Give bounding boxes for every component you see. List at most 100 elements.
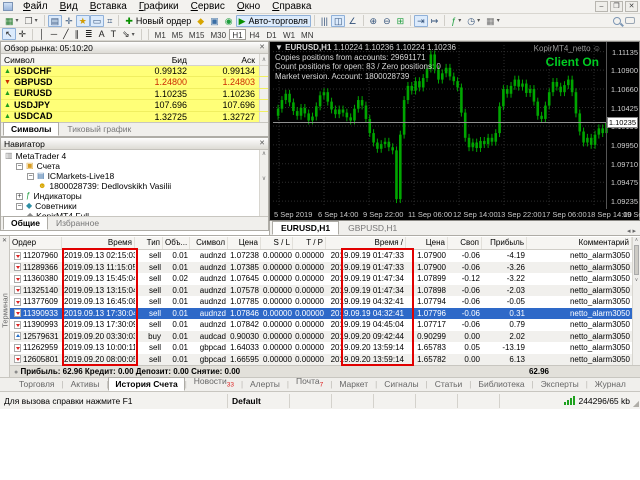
history-row-11325140[interactable]: 11325140 2019.09.13 13:15:04 sell 0.01 audnz… [10,284,632,296]
refresh-button[interactable]: ◉ [222,15,236,27]
terminal-tab-Маркет[interactable]: Маркет [332,377,375,391]
hline-tool[interactable]: ─ [48,28,60,40]
history-row-11262959[interactable]: 11262959 2019.09.13 10:00:11 sell 0.01 gbpca… [10,342,632,354]
navigator-tab-Избранное[interactable]: Избранное [48,216,107,230]
tile-windows-button[interactable]: ⊞ [394,15,408,27]
history-row-12605801[interactable]: 12605801 2019.09.20 08:00:05 sell 0.01 gbpca… [10,353,632,365]
tree-expander-icon[interactable]: + [16,192,23,200]
indicators-button[interactable]: ƒ ▾ [448,15,464,27]
history-row-11377609[interactable]: 11377609 2019.09.13 16:45:08 sell 0.01 audnz… [10,296,632,308]
auto-scroll-button[interactable]: ⇥ [414,14,428,27]
templates-button[interactable]: ▦ ▾ [483,15,503,27]
market-watch-row-GBPUSD[interactable]: ▼ GBPUSD 1.24800 1.24803 [1,77,268,89]
menu-item-Графики[interactable]: Графики [133,1,185,12]
metaeditor-button[interactable]: ◆ [194,15,207,27]
column-symbol[interactable]: Символ [1,54,125,65]
text-tool[interactable]: A [96,28,108,40]
tree-expander-icon[interactable]: − [16,162,23,170]
candles-mode-button[interactable]: ◫ [330,14,346,27]
terminal-tab-Торговля[interactable]: Торговля [12,377,62,391]
column-Объ...[interactable]: Объ... [163,237,190,249]
tree-expander-icon[interactable]: − [27,172,34,180]
history-row-11289366[interactable]: 11289366 2019.09.13 11:15:05 sell 0.01 audnz… [10,261,632,273]
history-row-11390933[interactable]: 11390933 2019.09.13 17:30:04 sell 0.01 audnz… [10,307,632,319]
market-watch-toggle[interactable]: ▤ [47,14,63,27]
terminal-tab-Активы[interactable]: Активы [64,377,107,391]
terminal-tab-Эксперты[interactable]: Эксперты [534,377,586,391]
terminal-toggle[interactable]: ▭ [89,14,105,27]
metaquotes-button[interactable]: ▣ [207,15,222,27]
tree-item[interactable]: ▥ MetaTrader 4 [1,151,268,161]
chart-shift-button[interactable]: ↦ [428,15,442,27]
terminal-tab-Почта[interactable]: Почта7 [289,374,330,391]
timeframe-M1[interactable]: M1 [152,29,169,40]
menu-item-Справка[interactable]: Справка [266,1,317,12]
market-watch-tab-Тиковый график[interactable]: Тиковый график [59,122,139,136]
terminal-tab-Сигналы[interactable]: Сигналы [377,377,425,391]
auto-trading-button[interactable]: ▶ Авто-торговля [235,14,311,27]
menu-item-Окно[interactable]: Окно [231,1,266,12]
timeframe-M15[interactable]: M15 [186,29,208,40]
textlabel-tool[interactable]: T [108,28,120,40]
market-watch-row-USDCHF[interactable]: ▲ USDCHF 0.99132 0.99134 [1,66,268,78]
column-Время /[interactable]: Время / [326,237,406,249]
history-row-11207960[interactable]: 11207960 2019.09.13 02:15:03 sell 0.01 audnz… [10,250,632,262]
column-Комментарий[interactable]: Комментарий [527,237,632,249]
chart-dropdown-icon[interactable]: ▼ [275,43,283,52]
timeframe-H1[interactable]: H1 [229,28,247,40]
strategy-tester-toggle[interactable]: ⌗ [104,15,115,27]
menu-item-Вставка[interactable]: Вставка [84,1,133,12]
crosshair-tool[interactable]: ✛ [16,28,30,40]
history-row-12579631[interactable]: 12579631 2019.09.20 03:30:03 buy 0.01 audcad… [10,330,632,342]
column-T / P[interactable]: T / P [293,237,326,249]
zoom-out-button[interactable]: ⊖ [380,15,394,27]
periods-button[interactable]: ◷ ▾ [464,15,483,27]
chart-tab-scroll-arrows[interactable]: ◂ ▸ [627,227,640,235]
history-row-11360380[interactable]: 11360380 2019.09.13 15:45:04 sell 0.02 audnz… [10,273,632,285]
arrows-tool[interactable]: ⇘ ▾ [119,28,138,40]
market-watch-tab-Символы[interactable]: Символы [3,122,60,136]
timeframe-M30[interactable]: M30 [207,29,229,40]
restore-button[interactable]: ❐ [610,1,623,12]
trendline-tool[interactable]: ╱ [60,28,71,40]
chart-tab-GBPUSD,H1[interactable]: GBPUSD,H1 [339,221,406,235]
column-Цена[interactable]: Цена [228,237,261,249]
cursor-tool[interactable]: ↖ [2,28,16,40]
tree-expander-icon[interactable]: − [16,202,23,210]
ea-smiley-icon[interactable]: ☺ [593,44,601,53]
tree-item[interactable]: ☻ 1800028739: Dedlovskikh Vasilii [1,181,268,191]
market-watch-close-icon[interactable]: ✕ [259,42,265,53]
terminal-tab-История Счета[interactable]: История Счета [108,377,185,391]
column-Ордер[interactable]: Ордер [10,237,62,249]
resize-grip[interactable]: ◢ [633,399,639,408]
market-watch-scroll-up[interactable]: ∧ [259,54,268,65]
column-Тип[interactable]: Тип [135,237,163,249]
timeframe-W1[interactable]: W1 [280,29,298,40]
column-bid[interactable]: Бид [125,54,191,65]
history-row-11390993[interactable]: 11390993 2019.09.13 17:30:09 sell 0.01 audnz… [10,319,632,331]
column-S / L[interactable]: S / L [261,237,293,249]
market-watch-row-EURUSD[interactable]: ▲ EURUSD 1.10235 1.10236 [1,88,268,101]
tree-item[interactable]: − ▣ Счета [1,161,268,171]
column-ask[interactable]: Аск [191,54,259,65]
timeframe-H4[interactable]: H4 [246,29,263,40]
terminal-tab-Библиотека[interactable]: Библиотека [471,377,531,391]
column-Символ[interactable]: Символ [190,237,228,249]
tree-item[interactable]: − ◆ Советники [1,201,268,211]
menu-item-Сервис[interactable]: Сервис [185,1,231,12]
timeframe-D1[interactable]: D1 [263,29,280,40]
navigator-toggle[interactable]: ★ [75,14,90,27]
status-profile[interactable]: Default [228,393,290,408]
terminal-tab-Журнал[interactable]: Журнал [588,377,633,391]
fibo-tool[interactable]: ≣ [82,28,96,40]
close-button[interactable]: ✕ [625,1,638,12]
zoom-in-button[interactable]: ⊕ [367,15,381,27]
navigator-tab-Общие[interactable]: Общие [3,216,48,230]
data-window-toggle[interactable]: ✛ [62,15,76,27]
column-Цена[interactable]: Цена [406,237,448,249]
column-Прибыль[interactable]: Прибыль [482,237,527,249]
terminal-close-icon[interactable]: ✕ [0,236,9,244]
minimize-button[interactable]: – [595,1,608,12]
terminal-scrollbar[interactable]: ∧ ∨ [632,237,640,365]
terminal-tab-Новости[interactable]: Новости33 [187,374,241,391]
